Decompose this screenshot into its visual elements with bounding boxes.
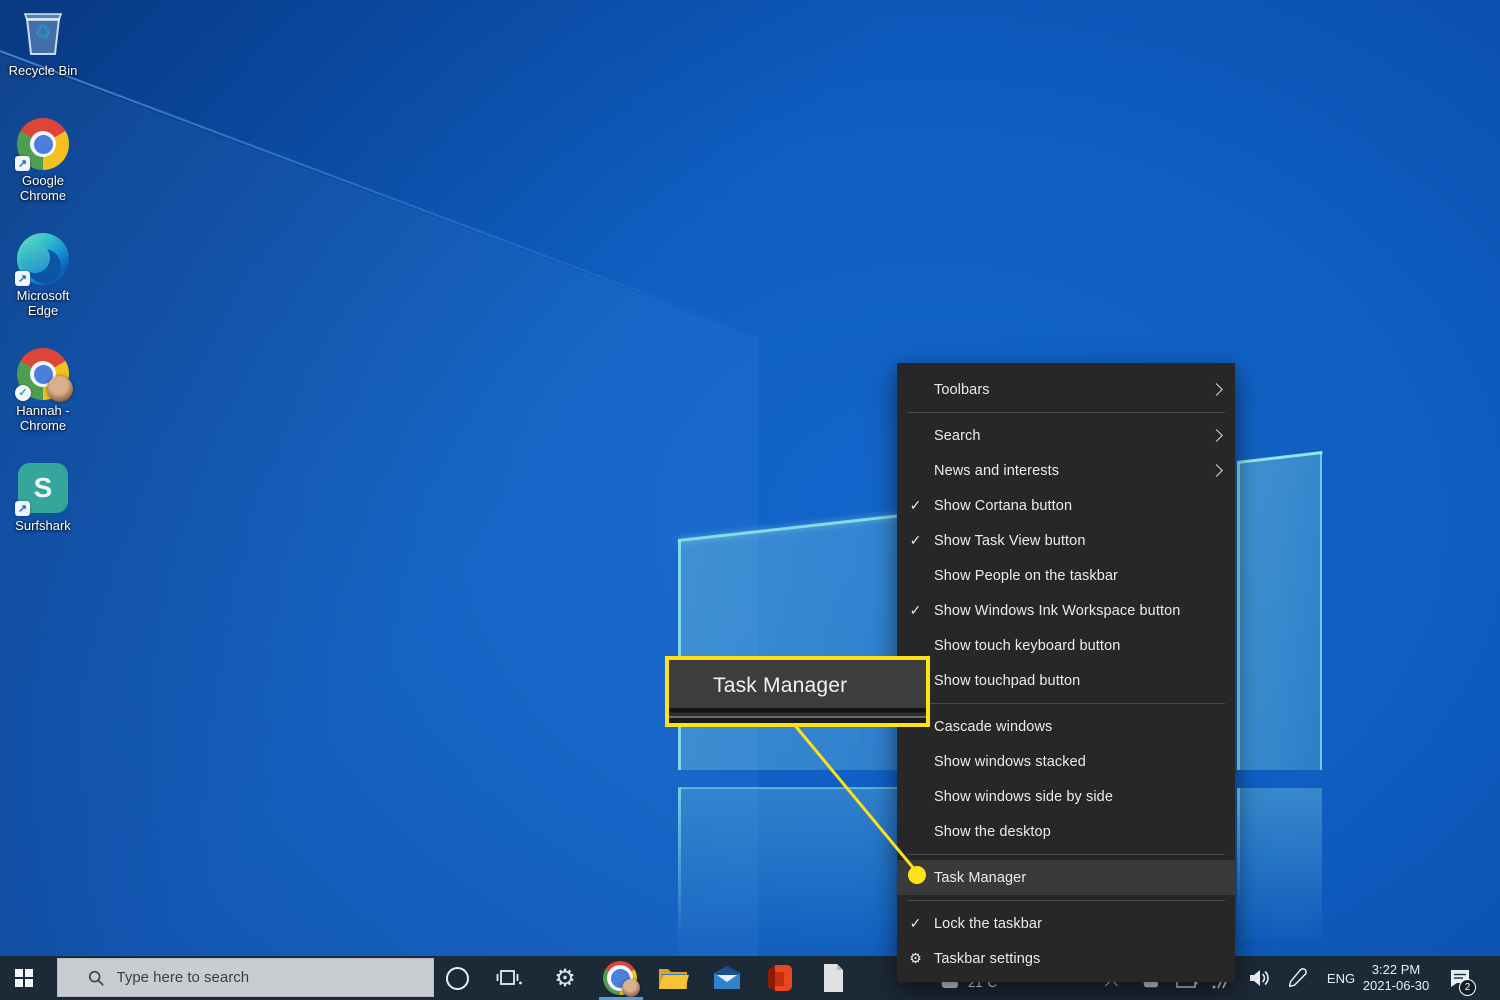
menu-item-show-people[interactable]: Show People on the taskbar bbox=[897, 558, 1235, 593]
callout-separator-strip bbox=[669, 708, 926, 723]
chevron-right-icon bbox=[1210, 464, 1223, 477]
office-button[interactable] bbox=[760, 958, 800, 998]
menu-item-show-touchpad[interactable]: Show touchpad button bbox=[897, 663, 1235, 698]
search-icon bbox=[88, 970, 104, 986]
pen-icon bbox=[1288, 968, 1307, 987]
time-label: 3:22 PM bbox=[1371, 962, 1421, 977]
cortana-button[interactable] bbox=[437, 958, 477, 998]
taskbar-context-menu: Toolbars Search News and interests ✓ Sho… bbox=[897, 363, 1235, 982]
checkmark-icon: ✓ bbox=[909, 915, 922, 931]
callout-dot bbox=[908, 866, 926, 884]
menu-item-show-the-desktop[interactable]: Show the desktop bbox=[897, 814, 1235, 849]
shortcut-arrow-icon: ↗ bbox=[15, 156, 30, 171]
chrome-profile-icon: ✓ bbox=[15, 348, 73, 402]
chevron-right-icon bbox=[1210, 383, 1223, 396]
windows-logo-icon bbox=[15, 969, 33, 987]
cortana-icon bbox=[445, 966, 469, 990]
wallpaper-pane-edge bbox=[1237, 462, 1240, 770]
speaker-icon bbox=[1250, 970, 1269, 986]
surfshark-icon: S ↗ bbox=[15, 463, 69, 516]
wallpaper-pane-edge bbox=[1237, 788, 1240, 908]
taskbar-search[interactable] bbox=[57, 958, 434, 997]
wallpaper-pane-edge bbox=[678, 788, 681, 938]
task-view-icon bbox=[496, 970, 522, 985]
wallpaper-pane-edge bbox=[1319, 452, 1322, 770]
menu-separator bbox=[907, 854, 1225, 855]
date-label: 2021-06-30 bbox=[1362, 978, 1430, 993]
menu-item-show-cortana-button[interactable]: ✓ Show Cortana button bbox=[897, 488, 1235, 523]
document-button[interactable] bbox=[813, 958, 853, 998]
clock[interactable]: 3:22 PM 2021-06-30 bbox=[1358, 958, 1434, 998]
windows-desktop: ♻ Recycle Bin ↗ Google Chrome ↗ Microsof… bbox=[0, 0, 1500, 1000]
menu-item-search[interactable]: Search bbox=[897, 418, 1235, 453]
menu-item-cascade-windows[interactable]: Cascade windows bbox=[897, 709, 1235, 744]
menu-separator bbox=[907, 412, 1225, 413]
checkmark-icon: ✓ bbox=[909, 532, 922, 548]
taskbar-chrome-button[interactable] bbox=[600, 958, 640, 998]
file-explorer-button[interactable] bbox=[653, 958, 693, 998]
menu-item-show-windows-stacked[interactable]: Show windows stacked bbox=[897, 744, 1235, 779]
document-icon bbox=[824, 964, 843, 992]
gear-icon: ⚙ bbox=[554, 964, 576, 992]
office-icon bbox=[768, 965, 792, 991]
desktop-icon-label: Google Chrome bbox=[19, 173, 67, 203]
search-input[interactable] bbox=[114, 968, 419, 987]
callout-label: Task Manager bbox=[713, 674, 848, 697]
wallpaper-pane-edge bbox=[678, 540, 681, 770]
desktop-icon-label: Microsoft Edge bbox=[16, 288, 70, 318]
checkmark-icon: ✓ bbox=[909, 602, 922, 618]
action-center-button[interactable]: 2 bbox=[1442, 958, 1478, 998]
desktop-icon-label: Hannah - Chrome bbox=[16, 403, 70, 433]
desktop-icon-hannah-chrome[interactable]: ✓ Hannah - Chrome bbox=[3, 348, 83, 433]
language-indicator[interactable]: ENG bbox=[1322, 958, 1360, 998]
shortcut-arrow-icon: ↗ bbox=[15, 271, 30, 286]
recycle-symbol-icon: ♻ bbox=[34, 22, 52, 44]
menu-separator bbox=[907, 703, 1225, 704]
shortcut-arrow-icon: ↗ bbox=[15, 501, 30, 516]
mail-button[interactable] bbox=[707, 958, 747, 998]
desktop-icon-microsoft-edge[interactable]: ↗ Microsoft Edge bbox=[3, 233, 83, 318]
folder-icon bbox=[659, 969, 689, 989]
desktop-icon-label: Surfshark bbox=[15, 518, 71, 533]
checkmark-icon: ✓ bbox=[909, 497, 922, 513]
volume-button[interactable] bbox=[1246, 958, 1272, 998]
profile-avatar bbox=[47, 376, 73, 402]
settings-button[interactable]: ⚙ bbox=[545, 958, 585, 998]
chevron-right-icon bbox=[1210, 429, 1223, 442]
menu-item-show-task-view-button[interactable]: ✓ Show Task View button bbox=[897, 523, 1235, 558]
gear-icon: ⚙ bbox=[909, 950, 922, 966]
menu-item-toolbars[interactable]: Toolbars bbox=[897, 372, 1235, 407]
desktop-icon-surfshark[interactable]: S ↗ Surfshark bbox=[3, 463, 83, 533]
menu-item-lock-the-taskbar[interactable]: ✓ Lock the taskbar bbox=[897, 906, 1235, 941]
recycle-bin-icon: ♻ bbox=[17, 8, 69, 60]
menu-item-task-manager[interactable]: Task Manager bbox=[897, 860, 1235, 895]
desktop-icon-recycle-bin[interactable]: ♻ Recycle Bin bbox=[3, 8, 83, 78]
notification-count-badge: 2 bbox=[1459, 979, 1476, 996]
chrome-icon bbox=[603, 961, 640, 997]
wallpaper-window-pane bbox=[1237, 788, 1322, 938]
desktop-icon-label: Recycle Bin bbox=[8, 63, 78, 78]
menu-item-news-and-interests[interactable]: News and interests bbox=[897, 453, 1235, 488]
task-view-button[interactable] bbox=[489, 958, 529, 998]
windows-ink-button[interactable] bbox=[1284, 958, 1310, 998]
start-button[interactable] bbox=[0, 958, 48, 998]
chrome-icon: ↗ bbox=[15, 118, 69, 171]
wallpaper-window-pane bbox=[1237, 452, 1322, 770]
language-label: ENG bbox=[1326, 970, 1356, 986]
menu-separator bbox=[907, 900, 1225, 901]
edge-icon: ↗ bbox=[15, 233, 69, 286]
taskbar: ⚙ bbox=[0, 956, 1500, 1000]
menu-item-show-touch-keyboard[interactable]: Show touch keyboard button bbox=[897, 628, 1235, 663]
menu-item-show-windows-side-by-side[interactable]: Show windows side by side bbox=[897, 779, 1235, 814]
mail-icon bbox=[714, 966, 740, 989]
menu-item-taskbar-settings[interactable]: ⚙ Taskbar settings bbox=[897, 941, 1235, 976]
profile-check-icon: ✓ bbox=[15, 385, 31, 401]
menu-item-show-windows-ink-workspace[interactable]: ✓ Show Windows Ink Workspace button bbox=[897, 593, 1235, 628]
task-manager-callout: Task Manager bbox=[665, 656, 930, 727]
desktop-icon-google-chrome[interactable]: ↗ Google Chrome bbox=[3, 118, 83, 203]
